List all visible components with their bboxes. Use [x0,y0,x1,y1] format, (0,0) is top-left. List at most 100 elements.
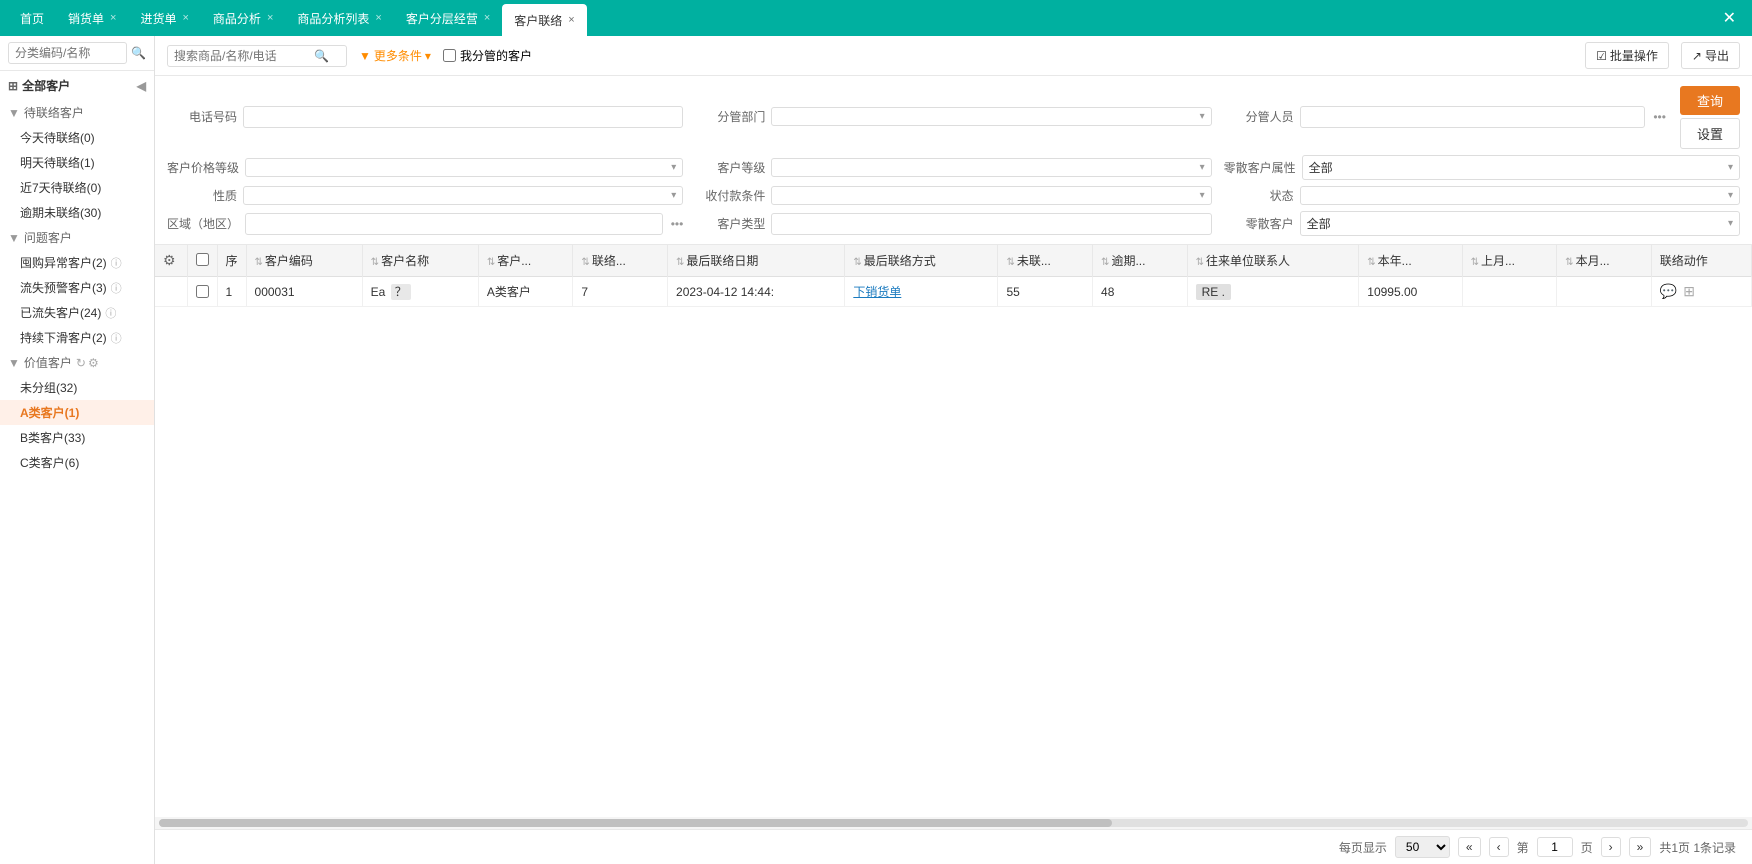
th-last-way[interactable]: ⇅最后联络方式 [845,245,998,277]
window-close-btn[interactable]: ✕ [1715,8,1744,28]
th-unit-contact[interactable]: ⇅往来单位联系人 [1187,245,1359,277]
per-page-select[interactable]: 50 100 200 [1395,836,1450,858]
sort-icon: ⇅ [371,257,379,268]
nav-product-analysis[interactable]: 商品分析 × [201,0,285,36]
filter-more-btn[interactable]: ▼ 更多条件 ▾ [359,47,431,64]
my-customers-checkbox[interactable]: 我分管的客户 [443,47,532,64]
sidebar-item-tomorrow[interactable]: 明天待联络(1) [0,150,154,175]
nav-customer-contact[interactable]: 客户联络 × [502,4,586,36]
nav-sales-order[interactable]: 销货单 × [56,0,128,36]
table-gear-icon[interactable]: ⚙ [163,252,176,268]
row-actions: 💬 ⊞ [1651,277,1751,307]
filter-search-input[interactable] [174,49,314,63]
sidebar-item-class-a[interactable]: A类客户(1) [0,400,154,425]
sidebar-item-hoarding[interactable]: 囤购异常客户(2) ⓘ [0,250,154,275]
dept-select[interactable]: ▾ [771,107,1211,126]
batch-ops-btn[interactable]: ☑ 批量操作 [1585,42,1669,69]
cust-level-select[interactable]: ▾ [771,158,1211,177]
th-year[interactable]: ⇅本年... [1359,245,1462,277]
th-this-month[interactable]: ⇅本月... [1557,245,1652,277]
nav-home[interactable]: 首页 [8,0,56,36]
caret-icon: ▾ [425,49,431,63]
scrollbar-track[interactable] [159,819,1748,827]
adv-filter: 电话号码 分管部门 ▾ 分管人员 ••• 查询 设置 [155,76,1752,245]
region-dots[interactable]: ••• [671,217,684,231]
th-overdue[interactable]: ⇅逾期... [1093,245,1188,277]
sidebar-all-customers[interactable]: ⊞ 全部客户 ◀ [0,71,154,100]
row-select-checkbox[interactable] [196,285,209,298]
sidebar-group-value[interactable]: ▼ 价值客户 ↻ ⚙ [0,350,154,375]
th-not-contacted[interactable]: ⇅未联... [998,245,1093,277]
th-last-date[interactable]: ⇅最后联络日期 [668,245,845,277]
sidebar-item-class-b[interactable]: B类客户(33) [0,425,154,450]
next-page-btn[interactable]: › [1601,837,1621,857]
sidebar-item-churn-warning[interactable]: 流失预警客户(3) ⓘ [0,275,154,300]
sidebar-group-problem[interactable]: ▼ 问题客户 [0,225,154,250]
last-page-btn[interactable]: » [1629,837,1652,857]
sort-icon: ⇅ [1006,257,1014,268]
sidebar-item-unclassified[interactable]: 未分组(32) [0,375,154,400]
row-name: Ea ？ [362,277,478,307]
my-customers-input[interactable] [443,49,456,62]
refresh-icon[interactable]: ↻ [76,356,86,370]
close-customer-contact[interactable]: × [568,14,574,26]
export-btn[interactable]: ↗ 导出 [1681,42,1740,69]
row-last-date: 2023-04-12 14:44: [668,277,845,307]
page-input[interactable] [1537,837,1573,857]
price-level-caret: ▾ [671,162,676,173]
nav-purchase-order[interactable]: 进货单 × [128,0,200,36]
filter-person: 分管人员 ••• 查询 设置 [1224,84,1740,149]
more-icon[interactable]: ⊞ [1683,283,1695,300]
last-way-link[interactable]: 下销货单 [853,285,901,299]
sidebar-item-7days[interactable]: 近7天待联络(0) [0,175,154,200]
nav-product-analysis-list[interactable]: 商品分析列表 × [285,0,393,36]
per-page-label: 每页显示 [1339,839,1387,856]
nature-select[interactable]: ▾ [243,186,683,205]
close-customer-segment[interactable]: × [484,12,490,24]
sidebar-item-today[interactable]: 今天待联络(0) [0,125,154,150]
close-product-analysis-list[interactable]: × [375,12,381,24]
sidebar-item-declining[interactable]: 持续下滑客户(2) ⓘ [0,325,154,350]
close-purchase-order[interactable]: × [182,12,188,24]
region-input[interactable] [245,213,663,235]
filter-search-icon[interactable]: 🔍 [314,49,329,63]
sidebar-search-input[interactable] [8,42,127,64]
horizontal-scrollbar[interactable] [155,817,1752,829]
prev-page-btn[interactable]: ‹ [1489,837,1509,857]
sidebar-item-churned[interactable]: 已流失客户(24) ⓘ [0,300,154,325]
sidebar-item-class-c[interactable]: C类客户(6) [0,450,154,475]
close-sales-order[interactable]: × [110,12,116,24]
cust-type-input[interactable] [771,213,1211,235]
phone-input[interactable] [243,106,683,128]
th-last-month[interactable]: ⇅上月... [1462,245,1557,277]
sidebar-search-icon[interactable]: 🔍 [131,46,146,60]
select-all-checkbox[interactable] [196,253,209,266]
action-icons: 💬 ⊞ [1660,283,1743,300]
scrollbar-thumb[interactable] [159,819,1112,827]
th-level[interactable]: ⇅客户... [478,245,573,277]
person-input[interactable] [1300,106,1646,128]
status-select[interactable]: ▾ [1300,186,1740,205]
row-gear [155,277,187,307]
price-level-select[interactable]: ▾ [245,158,683,177]
first-page-btn[interactable]: « [1458,837,1481,857]
payment-select[interactable]: ▾ [771,186,1211,205]
sidebar-group-pending[interactable]: ▼ 待联络客户 [0,100,154,125]
retail-attr-select[interactable]: 全部 ▾ [1302,155,1740,180]
th-name[interactable]: ⇅客户名称 [362,245,478,277]
retail-cust-select[interactable]: 全部 ▾ [1300,211,1740,236]
th-code[interactable]: ⇅客户编码 [246,245,362,277]
th-contact-count[interactable]: ⇅联络... [573,245,668,277]
setting-btn[interactable]: 设置 [1680,118,1740,149]
close-product-analysis[interactable]: × [267,12,273,24]
sidebar-collapse-btn[interactable]: ◀ [137,79,146,93]
payment-label: 收付款条件 [695,187,765,204]
person-dots[interactable]: ••• [1653,110,1666,124]
filter-phone: 电话号码 [167,84,683,149]
nav-customer-segment[interactable]: 客户分层经营 × [394,0,502,36]
settings-icon[interactable]: ⚙ [88,356,99,370]
message-icon[interactable]: 💬 [1660,283,1677,300]
sidebar-item-overdue[interactable]: 逾期未联络(30) [0,200,154,225]
query-btn[interactable]: 查询 [1680,86,1740,115]
page-suffix: 页 [1581,839,1593,856]
